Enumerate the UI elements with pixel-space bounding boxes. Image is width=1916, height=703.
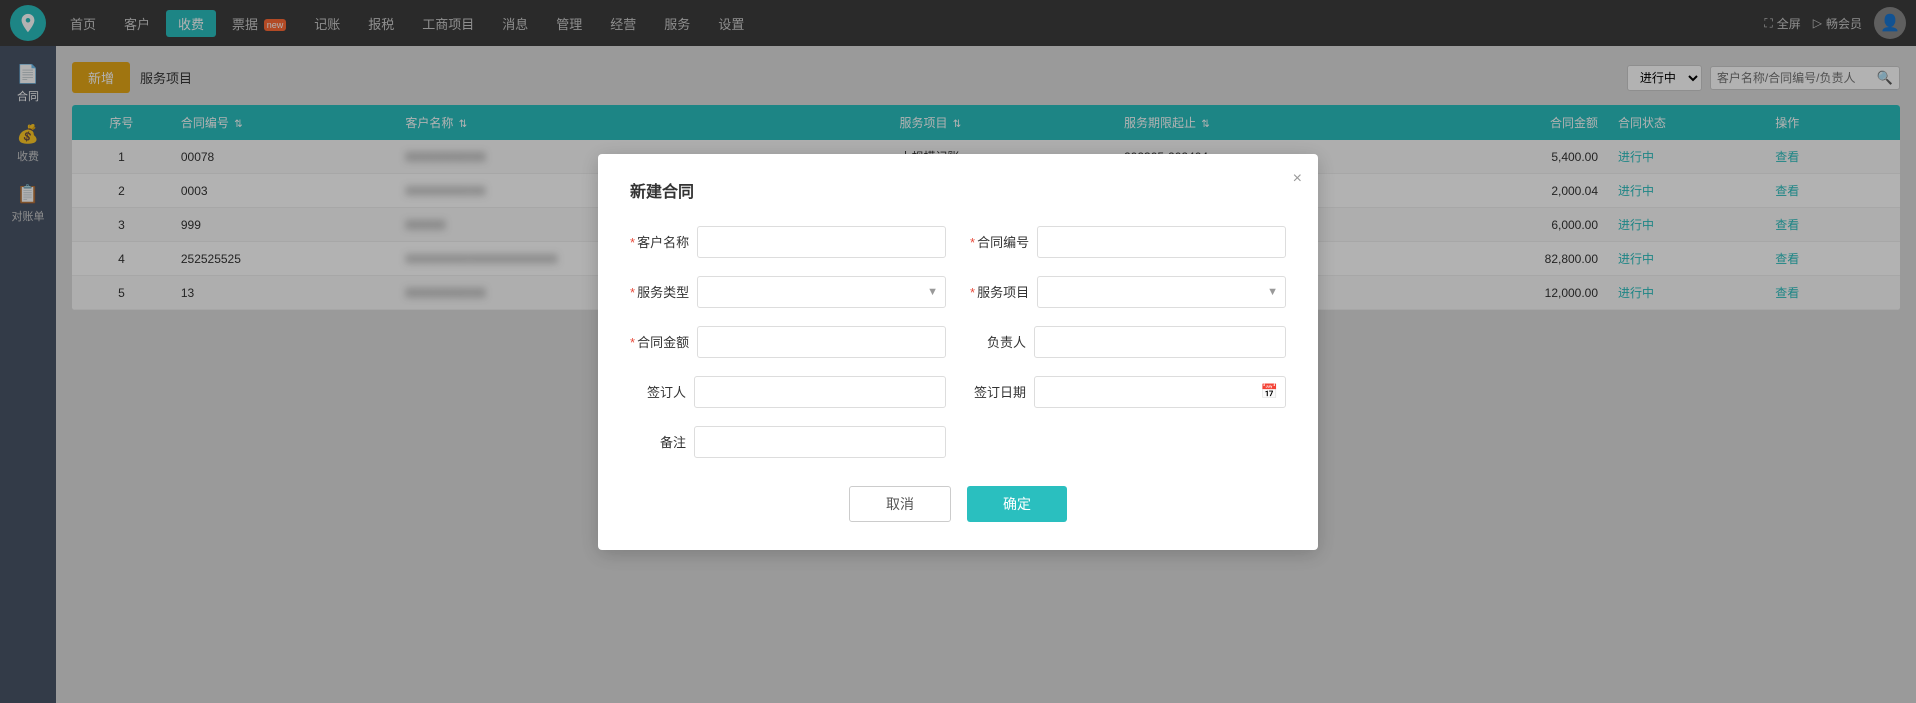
new-contract-modal: 新建合同 × *客户名称 *合同编号 *服务类型	[598, 154, 1318, 550]
modal-overlay[interactable]: 新建合同 × *客户名称 *合同编号 *服务类型	[0, 0, 1916, 703]
contract-amount-label: *合同金额	[630, 332, 689, 351]
customer-name-input[interactable]	[697, 226, 946, 258]
service-item-select[interactable]	[1037, 276, 1286, 308]
form-row-4: 签订人 签订日期 2023-06-06 📅	[630, 376, 1286, 408]
cancel-button[interactable]: 取消	[849, 486, 951, 522]
service-item-modal-label: *服务项目	[970, 282, 1029, 301]
form-row-2: *服务类型 ▼ *服务项目 ▼	[630, 276, 1286, 308]
field-remarks: 备注	[630, 426, 946, 458]
sign-date-wrap: 2023-06-06 📅	[1034, 376, 1286, 408]
sign-date-input[interactable]: 2023-06-06	[1034, 376, 1286, 408]
field-contract-amount: *合同金额 0.00	[630, 326, 946, 358]
contract-no-input[interactable]	[1037, 226, 1286, 258]
responsible-input[interactable]	[1034, 326, 1286, 358]
service-type-select-wrap: ▼	[697, 276, 946, 308]
field-service-item: *服务项目 ▼	[970, 276, 1286, 308]
modal-title: 新建合同	[630, 178, 1286, 202]
field-customer-name: *客户名称	[630, 226, 946, 258]
contract-amount-input[interactable]: 0.00	[697, 326, 946, 358]
service-type-select[interactable]	[697, 276, 946, 308]
field-signer: 签订人	[630, 376, 946, 408]
contract-no-label: *合同编号	[970, 232, 1029, 251]
field-sign-date: 签订日期 2023-06-06 📅	[970, 376, 1286, 408]
signer-label: 签订人	[630, 382, 686, 401]
signer-input[interactable]	[694, 376, 946, 408]
service-type-label: *服务类型	[630, 282, 689, 301]
close-button[interactable]: ×	[1293, 170, 1302, 188]
form-row-1: *客户名称 *合同编号	[630, 226, 1286, 258]
responsible-label: 负责人	[970, 332, 1026, 351]
sign-date-label: 签订日期	[970, 382, 1026, 401]
confirm-button[interactable]: 确定	[967, 486, 1067, 522]
customer-name-label: *客户名称	[630, 232, 689, 251]
service-item-select-wrap: ▼	[1037, 276, 1286, 308]
form-row-3: *合同金额 0.00 负责人	[630, 326, 1286, 358]
form-row-5: 备注	[630, 426, 1286, 458]
field-contract-no: *合同编号	[970, 226, 1286, 258]
remarks-input[interactable]	[694, 426, 946, 458]
field-responsible: 负责人	[970, 326, 1286, 358]
modal-footer: 取消 确定	[630, 486, 1286, 522]
remarks-label: 备注	[630, 432, 686, 451]
field-service-type: *服务类型 ▼	[630, 276, 946, 308]
